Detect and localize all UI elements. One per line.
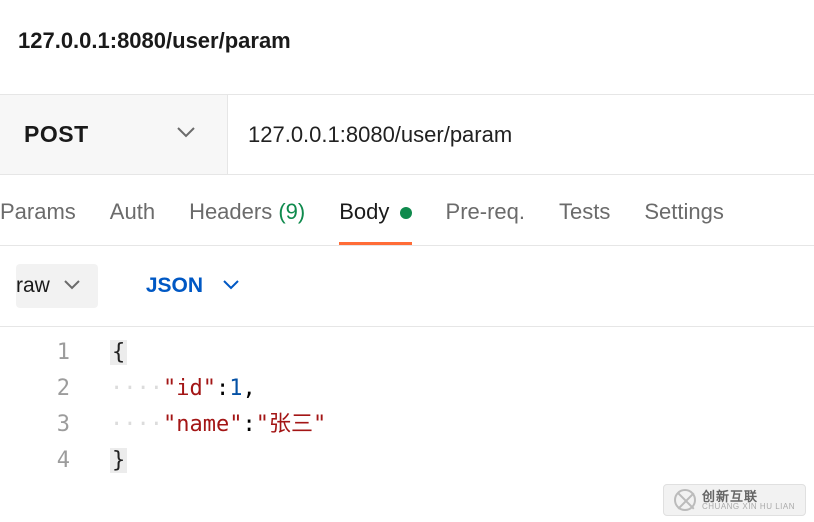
http-method-label: POST <box>24 121 89 148</box>
tabs-bar: Params Auth Headers (9) Body Pre-req. Te… <box>0 175 814 246</box>
chevron-down-icon <box>64 277 80 295</box>
code-line: } <box>110 443 814 479</box>
tab-headers-label: Headers <box>189 199 272 224</box>
url-input[interactable] <box>228 95 814 174</box>
chevron-down-icon <box>223 277 239 295</box>
tab-tests[interactable]: Tests <box>559 199 610 231</box>
request-title: 127.0.0.1:8080/user/param <box>0 0 814 74</box>
chevron-down-icon <box>177 126 195 144</box>
line-number: 4 <box>0 443 70 479</box>
line-gutter: 1 2 3 4 <box>0 327 110 479</box>
tab-headers[interactable]: Headers (9) <box>189 199 305 231</box>
watermark: 创新互联 CHUANG XIN HU LIAN <box>663 484 806 516</box>
http-method-select[interactable]: POST <box>0 95 228 174</box>
body-mode-label: raw <box>16 274 50 298</box>
body-controls: raw JSON <box>0 246 814 327</box>
tab-params[interactable]: Params <box>0 199 76 231</box>
watermark-logo-icon <box>674 489 696 511</box>
line-number: 3 <box>0 407 70 443</box>
body-format-select[interactable]: JSON <box>146 274 239 298</box>
line-number: 2 <box>0 371 70 407</box>
code-editor[interactable]: 1 2 3 4 { ····"id":1, ····"name":"张三" } <box>0 327 814 479</box>
body-mode-select[interactable]: raw <box>16 264 98 308</box>
tab-auth[interactable]: Auth <box>110 199 155 231</box>
line-number: 1 <box>0 335 70 371</box>
tab-body[interactable]: Body <box>339 199 411 231</box>
body-format-label: JSON <box>146 274 203 298</box>
watermark-text: 创新互联 CHUANG XIN HU LIAN <box>702 490 795 511</box>
code-line: { <box>110 335 814 371</box>
tab-prereq[interactable]: Pre-req. <box>446 199 525 231</box>
code-line: ····"id":1, <box>110 371 814 407</box>
code-line: ····"name":"张三" <box>110 407 814 443</box>
tab-settings[interactable]: Settings <box>644 199 724 231</box>
tab-body-label: Body <box>339 199 389 224</box>
code-content[interactable]: { ····"id":1, ····"name":"张三" } <box>110 327 814 479</box>
modified-indicator-icon <box>400 207 412 219</box>
tab-headers-count: (9) <box>278 199 305 224</box>
request-row: POST <box>0 94 814 175</box>
